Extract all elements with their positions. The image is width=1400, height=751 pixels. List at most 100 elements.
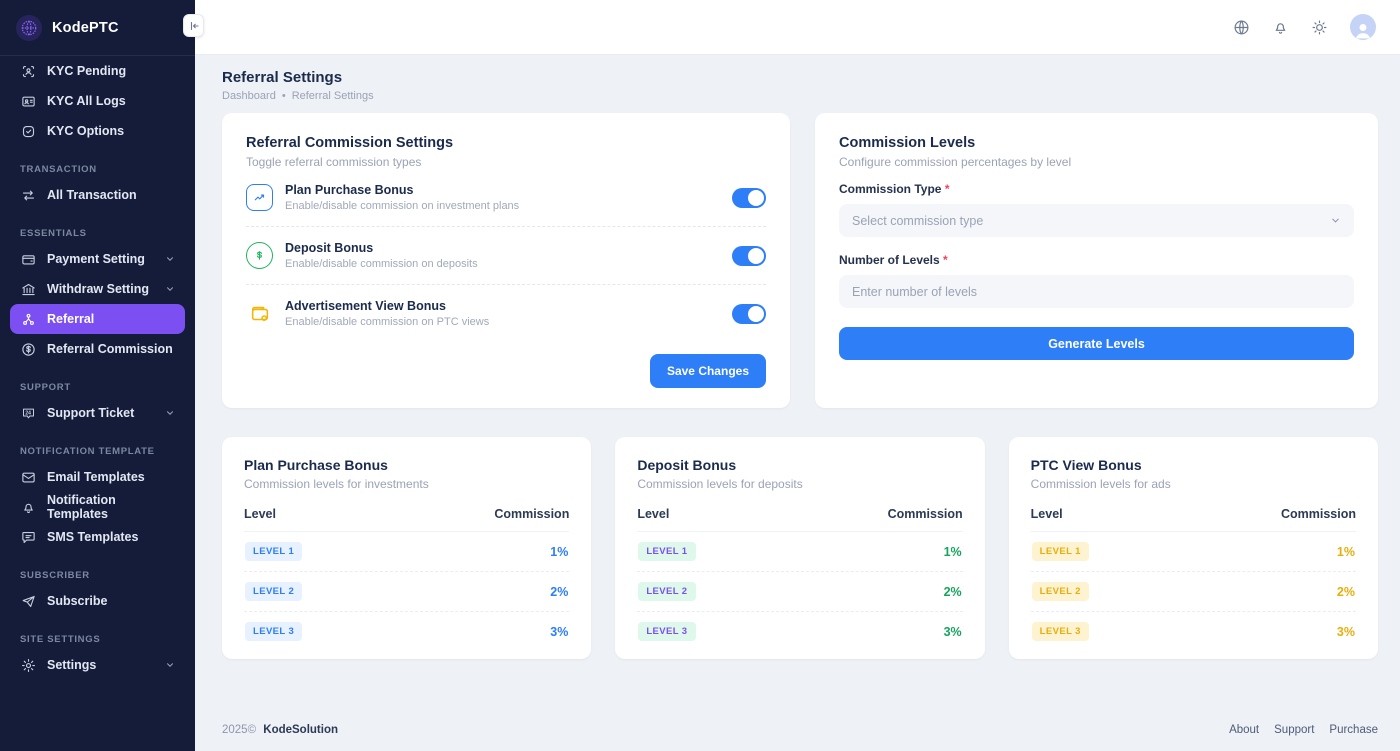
chevron-down-icon [165, 660, 175, 670]
sidebar-item-email-templates[interactable]: Email Templates [10, 462, 185, 492]
sidebar-item-withdraw-setting[interactable]: Withdraw Setting [10, 274, 185, 304]
table-row: LEVEL 3 3% [637, 612, 962, 651]
toggle-description: Enable/disable commission on PTC views [285, 316, 490, 328]
sidebar-item-kyc-pending[interactable]: KYC Pending [10, 56, 185, 86]
main-area: Referral Settings Dashboard • Referral S… [195, 0, 1400, 751]
card-title: Plan Purchase Bonus [244, 457, 388, 473]
sidebar-item-label: Email Templates [47, 470, 145, 484]
commission-value: 3% [1336, 624, 1355, 639]
footer-link-support[interactable]: Support [1274, 724, 1314, 736]
user-avatar[interactable] [1350, 14, 1376, 40]
send-icon [20, 593, 37, 610]
table-row: LEVEL 2 2% [637, 572, 963, 612]
footer-link-purchase[interactable]: Purchase [1329, 724, 1378, 736]
level-badge: LEVEL 3 [1031, 622, 1089, 641]
card-subtitle: Commission levels for investments [244, 477, 429, 491]
app-layout: KodePTC KYC Pending KYC All Logs KYC Opt… [0, 0, 1400, 751]
sidebar-item-support-ticket[interactable]: 24 Support Ticket [10, 398, 185, 428]
top-header [195, 0, 1400, 55]
save-changes-button[interactable]: Save Changes [649, 354, 766, 388]
app-title: KodePTC [52, 19, 119, 36]
dollar-circle-icon [246, 242, 273, 269]
theme-toggle-sun-icon[interactable] [1311, 19, 1328, 36]
table-row: LEVEL 3 3% [244, 612, 569, 651]
commission-value: 1% [1336, 544, 1355, 559]
card-title: Commission Levels [839, 135, 976, 151]
top-cards-row: Referral Commission Settings Toggle refe… [222, 113, 1378, 408]
sidebar-item-label: Subscribe [47, 594, 108, 608]
commission-type-select[interactable]: Select commission type [839, 204, 1354, 237]
sidebar-item-label: Settings [47, 658, 97, 672]
gear-icon [20, 657, 37, 674]
commission-value: 1% [550, 544, 569, 559]
level-badge: LEVEL 2 [638, 582, 696, 601]
sidebar-item-label: Notification Templates [47, 493, 116, 521]
deposit-toggle[interactable] [732, 245, 766, 266]
generate-levels-button[interactable]: Generate Levels [839, 327, 1354, 360]
number-of-levels-input[interactable] [839, 275, 1354, 308]
sidebar-item-kyc-all-logs[interactable]: KYC All Logs [10, 86, 185, 116]
level-column-header: Level [244, 507, 276, 521]
sidebar-item-referral[interactable]: Referral [10, 304, 185, 334]
notifications-bell-icon[interactable] [1272, 19, 1289, 36]
table-row: LEVEL 1 1% [244, 532, 570, 572]
card-title: Deposit Bonus [637, 457, 737, 473]
select-placeholder: Select commission type [852, 213, 984, 228]
sidebar-item-referral-commission[interactable]: Referral Commission [10, 334, 185, 364]
breadcrumb-dashboard[interactable]: Dashboard [222, 90, 276, 102]
card-subtitle: Configure commission percentages by leve… [839, 155, 1072, 169]
commission-column-header: Commission [494, 507, 570, 521]
card-title: PTC View Bonus [1030, 457, 1142, 473]
toggle-row-plan-purchase: Plan Purchase Bonus Enable/disable commi… [246, 169, 766, 227]
referral-commission-settings-card: Referral Commission Settings Toggle refe… [222, 113, 790, 408]
sidebar-item-label: Support Ticket [47, 406, 135, 420]
sidebar-collapse-button[interactable] [183, 14, 204, 37]
toggle-row-advertisement: Advertisement View Bonus Enable/disable … [246, 285, 766, 342]
sidebar-menu: KYC Pending KYC All Logs KYC Options TRA… [0, 54, 195, 751]
toggle-label: Plan Purchase Bonus [285, 183, 414, 197]
chevron-down-icon [165, 408, 175, 418]
sidebar-item-notification-templates[interactable]: Notification Templates [10, 492, 185, 522]
sidebar-item-payment-setting[interactable]: Payment Setting [10, 244, 185, 274]
table-header: Level Commission [637, 507, 963, 532]
sidebar-item-label: All Transaction [47, 188, 137, 202]
bell-icon [20, 499, 37, 516]
commission-value: 2% [550, 584, 569, 599]
footer-link-about[interactable]: About [1229, 724, 1259, 736]
plan-purchase-toggle[interactable] [732, 187, 766, 208]
sidebar-item-label: KYC Pending [47, 64, 127, 78]
swap-icon [20, 187, 37, 204]
page-title: Referral Settings [222, 69, 343, 86]
commission-value: 2% [943, 584, 962, 599]
logo-row[interactable]: KodePTC [0, 0, 195, 56]
svg-text:24: 24 [25, 410, 31, 416]
table-row: LEVEL 3 3% [1031, 612, 1356, 651]
dollar-circle-icon [20, 341, 37, 358]
commission-value: 1% [943, 544, 962, 559]
page-head: Referral Settings Dashboard • Referral S… [222, 55, 1378, 102]
sidebar-item-all-transaction[interactable]: All Transaction [10, 180, 185, 210]
toggle-label: Deposit Bonus [285, 241, 374, 255]
sidebar-item-label: Payment Setting [47, 252, 145, 266]
sidebar-item-subscribe[interactable]: Subscribe [10, 586, 185, 616]
language-globe-icon[interactable] [1233, 19, 1250, 36]
sidebar-item-sms-templates[interactable]: SMS Templates [10, 522, 185, 552]
commission-column-header: Commission [1280, 507, 1356, 521]
level-badge: LEVEL 3 [638, 622, 696, 641]
footer-links: About Support Purchase [1229, 724, 1378, 736]
commission-value: 2% [1336, 584, 1355, 599]
footer: 2025© KodeSolution About Support Purchas… [222, 709, 1378, 751]
toggle-label: Advertisement View Bonus [285, 299, 446, 313]
required-asterisk: * [943, 253, 948, 267]
level-badge: LEVEL 1 [245, 542, 303, 561]
card-subtitle: Commission levels for ads [1030, 477, 1171, 491]
sidebar-item-label: KYC All Logs [47, 94, 126, 108]
table-header: Level Commission [244, 507, 570, 532]
sidebar-item-settings[interactable]: Settings [10, 650, 185, 680]
globe-logo-icon [16, 14, 42, 41]
sidebar-item-kyc-options[interactable]: KYC Options [10, 116, 185, 146]
breadcrumb-separator: • [281, 90, 286, 102]
advertisement-toggle[interactable] [732, 303, 766, 324]
number-of-levels-label: Number of Levels * [839, 253, 948, 267]
card-subtitle: Toggle referral commission types [246, 155, 422, 169]
